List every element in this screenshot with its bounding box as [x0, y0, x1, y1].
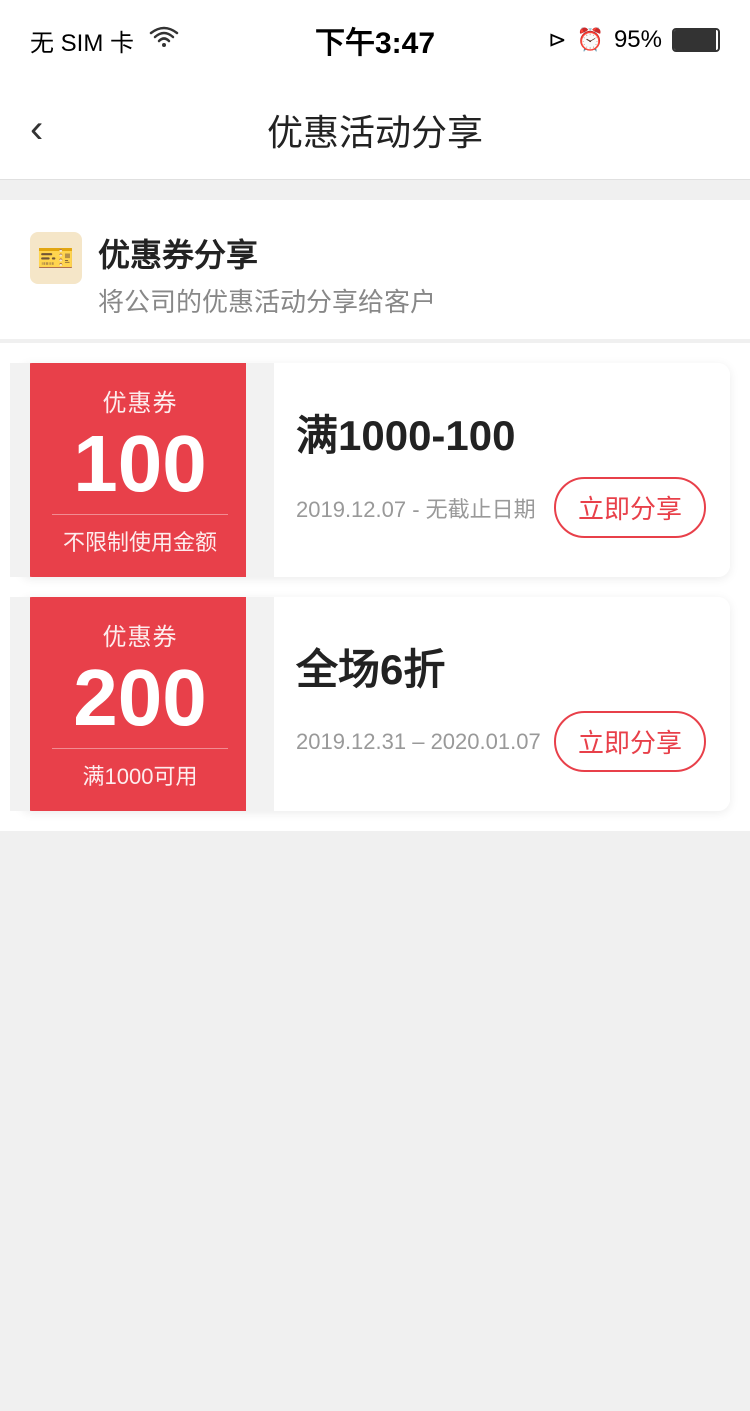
share-button-2[interactable]: 立即分享	[554, 711, 706, 772]
battery-text: 95%	[614, 26, 662, 54]
battery-icon	[672, 28, 720, 52]
section-title: 优惠券分享	[98, 230, 436, 276]
location-icon: ⊳	[548, 27, 566, 53]
coupon-left-1: 优惠券 100 不限制使用金额	[20, 363, 260, 577]
coupon-date-1: 2019.12.07 - 无截止日期	[296, 492, 544, 524]
status-bar: 无 SIM 卡 下午3:47 ⊳ ⏰ 95%	[0, 0, 750, 80]
status-time: 下午3:47	[315, 18, 435, 62]
bottom-area	[0, 831, 750, 1411]
coupon-left-2: 优惠券 200 满1000可用	[20, 597, 260, 811]
nav-bar: ‹ 优惠活动分享	[0, 80, 750, 180]
nav-title: 优惠活动分享	[267, 104, 483, 156]
alarm-icon: ⏰	[577, 27, 604, 53]
coupon-amount-2: 200	[73, 658, 206, 738]
coupon-amount-1: 100	[73, 424, 206, 504]
coupon-list: 优惠券 100 不限制使用金额 满1000-100 2019.12.07 - 无…	[0, 343, 750, 831]
wifi-icon	[146, 25, 182, 56]
status-right: ⊳ ⏰ 95%	[548, 26, 720, 54]
coupon-label-2: 优惠券	[103, 617, 178, 652]
coupon-title-1: 满1000-100	[296, 402, 706, 463]
coupon-condition-1: 不限制使用金额	[63, 525, 217, 557]
coupon-footer-1: 2019.12.07 - 无截止日期 立即分享	[296, 477, 706, 538]
coupon-date-2: 2019.12.31 – 2020.01.07	[296, 729, 544, 755]
section-header: 🎫 优惠券分享 将公司的优惠活动分享给客户	[0, 200, 750, 339]
section-icon: 🎫	[30, 232, 82, 284]
coupon-condition-2: 满1000可用	[83, 759, 198, 791]
carrier-text: 无 SIM 卡	[30, 23, 134, 58]
share-button-1[interactable]: 立即分享	[554, 477, 706, 538]
back-button[interactable]: ‹	[30, 107, 43, 152]
coupon-divider-1	[52, 514, 228, 515]
section-subtitle: 将公司的优惠活动分享给客户	[98, 282, 436, 319]
section-text: 优惠券分享 将公司的优惠活动分享给客户	[98, 230, 436, 319]
coupon-card-2: 优惠券 200 满1000可用 全场6折 2019.12.31 – 2020.0…	[20, 597, 730, 811]
status-left: 无 SIM 卡	[30, 23, 182, 58]
coupon-right-2: 全场6折 2019.12.31 – 2020.01.07 立即分享	[260, 597, 730, 811]
coupon-footer-2: 2019.12.31 – 2020.01.07 立即分享	[296, 711, 706, 772]
coupon-right-1: 满1000-100 2019.12.07 - 无截止日期 立即分享	[260, 363, 730, 577]
coupon-divider-2	[52, 748, 228, 749]
coupon-label-1: 优惠券	[103, 383, 178, 418]
coupon-card-1: 优惠券 100 不限制使用金额 满1000-100 2019.12.07 - 无…	[20, 363, 730, 577]
coupon-title-2: 全场6折	[296, 636, 706, 697]
